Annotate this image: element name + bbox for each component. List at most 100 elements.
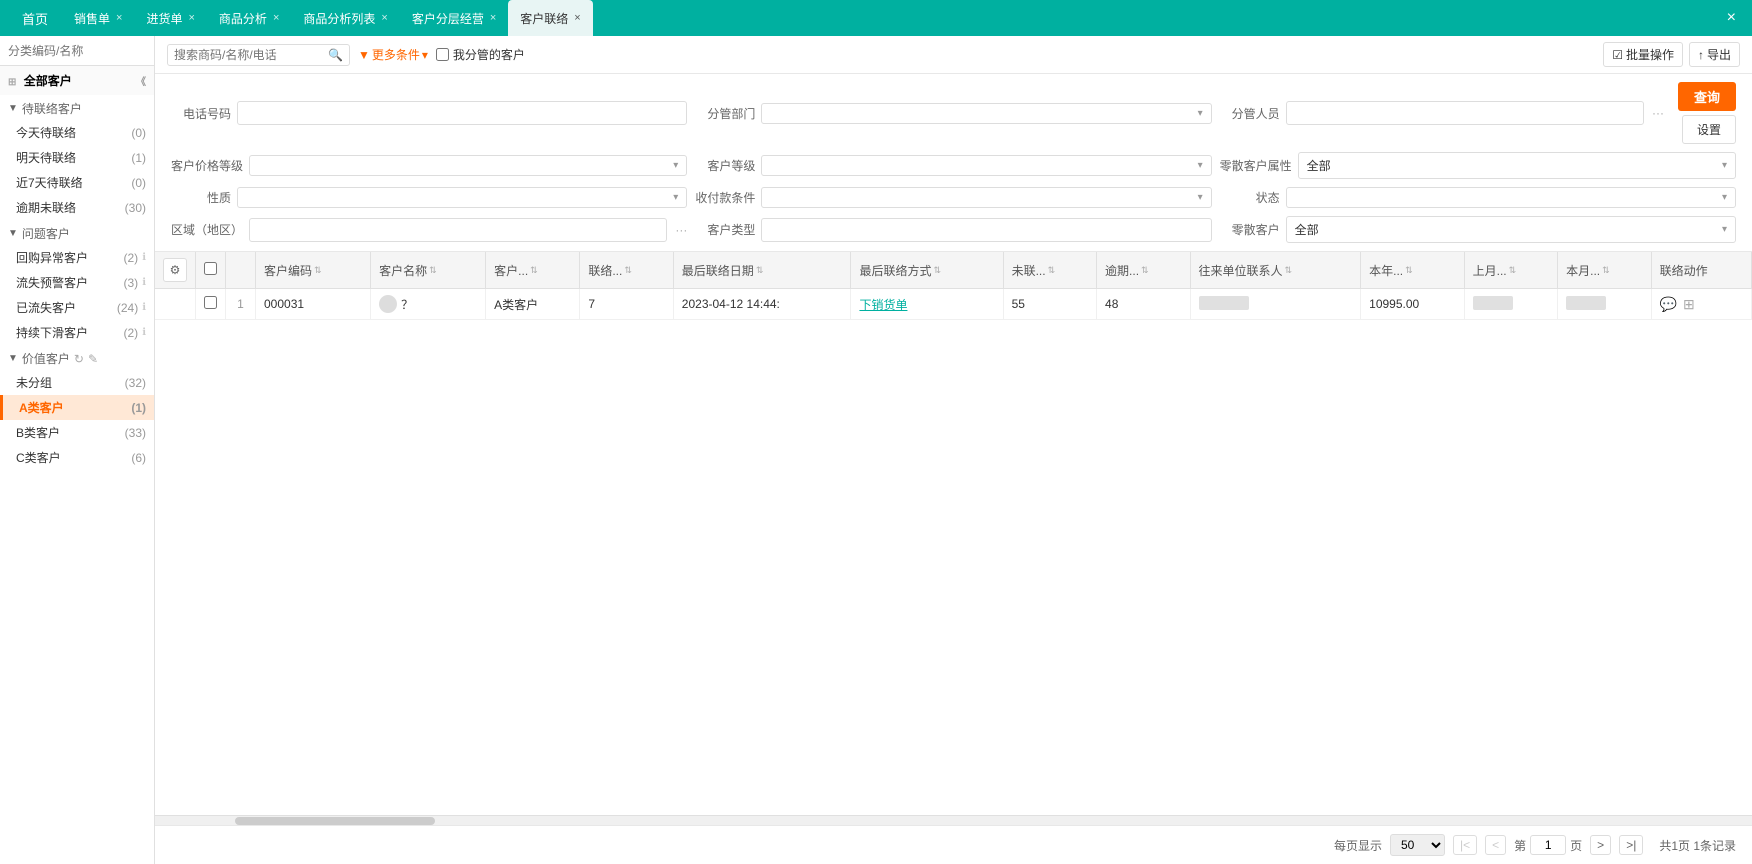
th-name[interactable]: 客户名称 ⇅ bbox=[371, 252, 486, 289]
sidebar-group-problem[interactable]: ▼ 问题客户 bbox=[0, 220, 154, 245]
sidebar-group-pending[interactable]: ▼ 待联络客户 bbox=[0, 95, 154, 120]
nav-tab-sales[interactable]: 销售单 × bbox=[62, 0, 134, 36]
sidebar-item-class-c[interactable]: C类客户 (6) bbox=[0, 445, 154, 470]
last-page-button[interactable]: >| bbox=[1619, 835, 1643, 855]
row-checkbox[interactable] bbox=[204, 296, 217, 309]
select-all-checkbox[interactable] bbox=[204, 262, 217, 275]
batch-ops-button[interactable]: ☑ 批量操作 bbox=[1603, 42, 1683, 67]
th-no-contact-label: 未联... bbox=[1012, 262, 1046, 279]
nav-tab-purchase[interactable]: 进货单 × bbox=[134, 0, 206, 36]
all-customers-label: ⊞ 全部客户 bbox=[8, 72, 72, 89]
nav-tab-customer-contact-close[interactable]: × bbox=[574, 12, 580, 24]
filter-row-retail: 零散客户 全部 ▾ bbox=[1220, 216, 1736, 243]
nav-tab-sales-close[interactable]: × bbox=[116, 12, 122, 24]
sidebar-group-value[interactable]: ▼ 价值客户 ↻ ✎ bbox=[0, 345, 154, 370]
nature-select[interactable]: ▾ bbox=[237, 187, 687, 208]
region-dots[interactable]: ··· bbox=[675, 223, 687, 237]
status-select[interactable]: ▾ bbox=[1286, 187, 1736, 208]
comment-action-icon[interactable]: 💬 bbox=[1660, 296, 1677, 313]
value-edit-icon[interactable]: ✎ bbox=[88, 352, 98, 366]
filter-row-customer-level: 客户等级 ▾ bbox=[695, 152, 1211, 179]
sidebar-collapse-icon[interactable]: 《 bbox=[136, 73, 146, 88]
nav-home[interactable]: 首页 bbox=[8, 0, 62, 36]
export-button[interactable]: ↑ 导出 bbox=[1689, 42, 1740, 67]
sidebar-item-ungrouped[interactable]: 未分组 (32) bbox=[0, 370, 154, 395]
nav-tab-customer-contact[interactable]: 客户联络 × bbox=[508, 0, 592, 36]
th-last-method[interactable]: 最后联络方式 ⇅ bbox=[851, 252, 1003, 289]
th-type[interactable]: 客户... ⇅ bbox=[486, 252, 580, 289]
retail-select[interactable]: 全部 ▾ bbox=[1286, 216, 1736, 243]
grid-action-icon[interactable]: ⊞ bbox=[1683, 296, 1695, 313]
th-overdue[interactable]: 逾期... ⇅ bbox=[1097, 252, 1190, 289]
settings-button[interactable]: 设置 bbox=[1682, 115, 1736, 144]
problem-group-label: 问题客户 bbox=[22, 225, 70, 242]
sidebar-item-class-b[interactable]: B类客户 (33) bbox=[0, 420, 154, 445]
my-customers-checkbox[interactable]: 我分管的客户 bbox=[436, 46, 525, 63]
sidebar-item-tomorrow[interactable]: 明天待联络 (1) bbox=[0, 145, 154, 170]
nav-tab-customer-tier[interactable]: 客户分层经营 × bbox=[400, 0, 508, 36]
sidebar-item-churned[interactable]: 已流失客户 (24) ℹ bbox=[0, 295, 154, 320]
manager-input[interactable] bbox=[1286, 101, 1644, 125]
th-last-date[interactable]: 最后联络日期 ⇅ bbox=[673, 252, 851, 289]
prev-contact-placeholder bbox=[1199, 296, 1249, 310]
th-contact[interactable]: 联络... ⇅ bbox=[580, 252, 673, 289]
retail-attr-select[interactable]: 全部 ▾ bbox=[1298, 152, 1736, 179]
sidebar-item-class-a[interactable]: A类客户 (1) bbox=[0, 395, 154, 420]
page-number-input[interactable] bbox=[1530, 835, 1566, 855]
price-level-select[interactable]: ▾ bbox=[249, 155, 687, 176]
region-input[interactable] bbox=[249, 218, 667, 242]
horizontal-scrollbar[interactable] bbox=[155, 815, 1752, 825]
overdue-badge: (30) bbox=[125, 201, 146, 215]
page-word: 第 bbox=[1514, 837, 1526, 854]
customer-level-label: 客户等级 bbox=[695, 157, 755, 174]
last-method-link[interactable]: 下销货单 bbox=[859, 298, 907, 312]
dept-select[interactable]: ▾ bbox=[761, 103, 1211, 124]
nav-tab-analysis-list[interactable]: 商品分析列表 × bbox=[291, 0, 399, 36]
sidebar-item-declining[interactable]: 持续下滑客户 (2) ℹ bbox=[0, 320, 154, 345]
customer-type-input[interactable] bbox=[761, 218, 1211, 242]
dept-label: 分管部门 bbox=[695, 105, 755, 122]
nav-tab-customer-tier-close[interactable]: × bbox=[490, 12, 496, 24]
td-this-month bbox=[1558, 289, 1651, 320]
th-this-year[interactable]: 本年... ⇅ bbox=[1361, 252, 1465, 289]
prev-page-button[interactable]: < bbox=[1485, 835, 1506, 855]
filter-icon: ▼ bbox=[358, 48, 370, 62]
page-size-select[interactable]: 50 100 200 bbox=[1390, 834, 1445, 856]
next-page-button[interactable]: > bbox=[1590, 835, 1611, 855]
class-c-badge: (6) bbox=[131, 451, 146, 465]
main-search-icon[interactable]: 🔍 bbox=[328, 48, 343, 62]
sidebar-item-overdue[interactable]: 逾期未联络 (30) bbox=[0, 195, 154, 220]
nav-tab-purchase-close[interactable]: × bbox=[188, 12, 194, 24]
my-customers-check[interactable] bbox=[436, 48, 449, 61]
manager-dots[interactable]: ··· bbox=[1652, 106, 1664, 120]
page-label: 页 bbox=[1570, 837, 1582, 854]
more-filters-button[interactable]: ▼ 更多条件 ▾ bbox=[358, 46, 428, 63]
payment-select[interactable]: ▾ bbox=[761, 187, 1211, 208]
scroll-thumb[interactable] bbox=[235, 817, 435, 825]
nav-tab-analysis[interactable]: 商品分析 × bbox=[207, 0, 291, 36]
th-no-contact[interactable]: 未联... ⇅ bbox=[1003, 252, 1096, 289]
first-page-button[interactable]: |< bbox=[1453, 835, 1477, 855]
window-close-button[interactable]: × bbox=[1719, 9, 1744, 27]
nav-tab-analysis-close[interactable]: × bbox=[273, 12, 279, 24]
retail-arrow: ▾ bbox=[1722, 224, 1727, 235]
sidebar-item-churn-risk[interactable]: 流失预警客户 (3) ℹ bbox=[0, 270, 154, 295]
th-code[interactable]: 客户编码 ⇅ bbox=[256, 252, 371, 289]
value-refresh-icon[interactable]: ↻ bbox=[74, 352, 84, 366]
nav-tab-analysis-list-close[interactable]: × bbox=[381, 12, 387, 24]
sidebar-item-abnormal[interactable]: 回购异常客户 (2) ℹ bbox=[0, 245, 154, 270]
th-last-month[interactable]: 上月... ⇅ bbox=[1464, 252, 1557, 289]
sidebar-all-customers[interactable]: ⊞ 全部客户 《 bbox=[0, 66, 154, 95]
sidebar-item-today[interactable]: 今天待联络 (0) bbox=[0, 120, 154, 145]
query-button[interactable]: 查询 bbox=[1678, 82, 1736, 111]
th-prev-contact[interactable]: 往来单位联系人 ⇅ bbox=[1190, 252, 1361, 289]
table-settings-button[interactable]: ⚙ bbox=[163, 258, 187, 282]
abnormal-info-icon: ℹ bbox=[142, 252, 146, 263]
sidebar-item-7days[interactable]: 近7天待联络 (0) bbox=[0, 170, 154, 195]
main-search-input[interactable] bbox=[174, 48, 324, 62]
sidebar-search-input[interactable] bbox=[8, 44, 155, 58]
this-month-sort-icon: ⇅ bbox=[1602, 265, 1610, 276]
customer-level-select[interactable]: ▾ bbox=[761, 155, 1211, 176]
th-this-month[interactable]: 本月... ⇅ bbox=[1558, 252, 1651, 289]
phone-input[interactable] bbox=[237, 101, 687, 125]
